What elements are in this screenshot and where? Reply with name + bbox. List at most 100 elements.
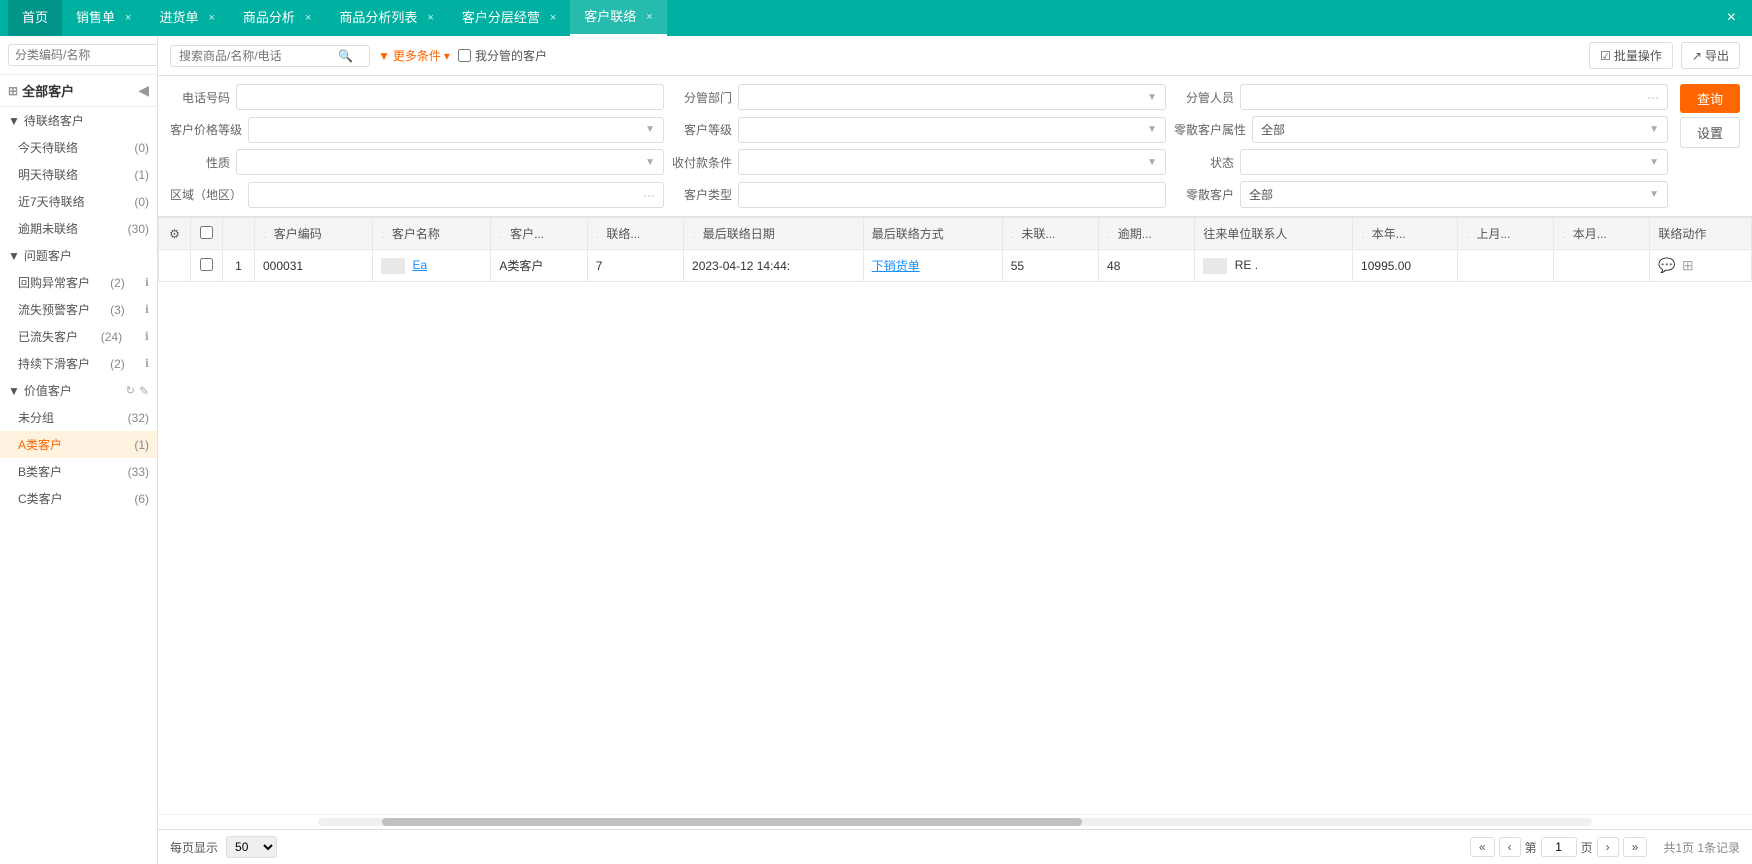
row-name-link[interactable]: Ea [413, 258, 428, 272]
nav-sales[interactable]: 销售单 × [62, 0, 145, 36]
col-label-action: 联络动作 [1658, 227, 1706, 241]
sidebar-item-a-class[interactable]: A类客户 (1) [0, 431, 157, 458]
filter-label-retail-customer: 零散客户 [1174, 186, 1234, 203]
sidebar-search-input[interactable] [8, 44, 158, 66]
nav-purchase-close[interactable]: × [208, 0, 214, 36]
nav-home[interactable]: 首页 [8, 0, 62, 36]
filter-input-dept[interactable]: ▼ [738, 84, 1166, 110]
settings-btn[interactable]: 设置 [1680, 117, 1740, 148]
row-chat-icon[interactable]: 💬 [1658, 257, 1675, 274]
nav-customer-contact-close[interactable]: × [646, 0, 652, 35]
col-label-last-method: 最后联络方式 [872, 227, 944, 241]
filter-input-status[interactable]: ▼ [1240, 149, 1668, 175]
sidebar-group-problem-arrow: ▼ [8, 249, 20, 263]
sidebar-item-c-class[interactable]: C类客户 (6) [0, 485, 157, 512]
first-page-btn[interactable]: « [1470, 837, 1495, 857]
filter-input-retail-attr[interactable]: 全部 ▼ [1252, 116, 1668, 143]
sidebar-group-pending[interactable]: ▼ 待联络客户 [0, 107, 157, 134]
row-check[interactable] [191, 250, 223, 282]
filter-search-input[interactable] [179, 49, 334, 63]
nav-sales-close[interactable]: × [125, 0, 131, 36]
filter-search-icon[interactable]: 🔍 [338, 49, 353, 63]
filter-more-btn[interactable]: ▼ 更多条件 ▾ [378, 47, 450, 64]
filter-input-customer-level[interactable]: ▼ [738, 117, 1166, 143]
nav-goods-analysis-list[interactable]: 商品分析列表 × [325, 0, 447, 36]
col-header-settings[interactable]: ⚙ [159, 218, 191, 250]
col-header-overdue: : 逾期... [1099, 218, 1195, 250]
nav-customer-segment-close[interactable]: × [550, 0, 556, 36]
sidebar-item-repurchase[interactable]: 回购异常客户 (2) ℹ [0, 269, 157, 296]
filter-payment-arrow: ▼ [1147, 157, 1157, 168]
sidebar-group-value[interactable]: ▼ 价值客户 ↻ ✎ [0, 377, 157, 404]
sidebar-item-7days[interactable]: 近7天待联络 (0) [0, 188, 157, 215]
sidebar-item-7days-count: (0) [134, 195, 149, 209]
my-customers-checkbox-label[interactable]: 我分管的客户 [458, 47, 547, 64]
nav-purchase[interactable]: 进货单 × [145, 0, 228, 36]
filter-input-person[interactable]: ··· [1240, 84, 1668, 110]
my-customers-checkbox[interactable] [458, 49, 471, 62]
sidebar-item-b-class[interactable]: B类客户 (33) [0, 458, 157, 485]
filter-field-status: 状态 ▼ [1174, 149, 1668, 175]
filter-label-dept: 分管部门 [672, 89, 732, 106]
filter-input-retail-customer[interactable]: 全部 ▼ [1240, 181, 1668, 208]
row-grid-icon[interactable]: ⊞ [1682, 257, 1694, 274]
filter-input-nature[interactable]: ▼ [236, 149, 664, 175]
filter-input-customer-type[interactable] [738, 182, 1166, 208]
last-page-btn[interactable]: » [1623, 837, 1648, 857]
sidebar-item-unclassified[interactable]: 未分组 (32) [0, 404, 157, 431]
col-header-check[interactable] [191, 218, 223, 250]
query-btn[interactable]: 查询 [1680, 84, 1740, 113]
batch-op-btn[interactable]: ☑ 批量操作 [1589, 42, 1673, 69]
row-checkbox[interactable] [200, 258, 213, 271]
sidebar-item-tomorrow[interactable]: 明天待联络 (1) [0, 161, 157, 188]
horizontal-scrollbar[interactable] [318, 818, 1592, 826]
filter-retail-customer-arrow: ▼ [1649, 189, 1659, 200]
sidebar-refresh-icon[interactable]: ↻ [126, 384, 135, 397]
col-separator-last-month: : [1466, 227, 1469, 241]
row-last-method-link[interactable]: 下销货单 [872, 259, 920, 273]
sidebar-item-today[interactable]: 今天待联络 (0) [0, 134, 157, 161]
nav-customer-segment[interactable]: 客户分层经营 × [448, 0, 570, 36]
filter-input-phone[interactable] [236, 84, 664, 110]
prev-page-btn[interactable]: ‹ [1499, 837, 1521, 857]
col-header-this-month: : 本月... [1554, 218, 1650, 250]
filter-label-price-level: 客户价格等级 [170, 121, 242, 138]
sidebar-collapse-btn[interactable]: ◀ [138, 82, 149, 99]
sidebar-header-title: ⊞ 全部客户 [8, 81, 138, 100]
scrollbar-thumb[interactable] [382, 818, 1083, 826]
sidebar-item-lost[interactable]: 已流失客户 (24) ℹ [0, 323, 157, 350]
sidebar-group-problem-label: 问题客户 [24, 247, 72, 264]
nav-goods-analysis-close[interactable]: × [305, 0, 311, 36]
filter-input-price-level[interactable]: ▼ [248, 117, 664, 143]
filter-input-payment[interactable]: ▼ [738, 149, 1166, 175]
nav-goods-analysis-list-close[interactable]: × [427, 0, 433, 36]
sidebar-item-decline[interactable]: 持续下滑客户 (2) ℹ [0, 350, 157, 377]
next-page-btn[interactable]: › [1597, 837, 1619, 857]
top-nav-close-all[interactable]: × [1719, 9, 1744, 27]
nav-goods-analysis[interactable]: 商品分析 × [229, 0, 325, 36]
row-name[interactable]: Ea [373, 250, 491, 282]
sidebar-group-problem[interactable]: ▼ 问题客户 [0, 242, 157, 269]
page-input[interactable] [1541, 837, 1577, 857]
total-records: 共1页 1条记录 [1663, 839, 1740, 856]
sidebar-item-lost-pre[interactable]: 流失预警客户 (3) ℹ [0, 296, 157, 323]
row-not-contacted: 55 [1002, 250, 1098, 282]
export-btn[interactable]: ↗ 导出 [1681, 42, 1740, 69]
sidebar-item-overdue-contact[interactable]: 逾期未联络 (30) [0, 215, 157, 242]
sidebar-edit-icon[interactable]: ✎ [139, 384, 149, 398]
row-customer-type: A类客户 [491, 250, 587, 282]
select-all-checkbox[interactable] [200, 226, 213, 239]
nav-home-label: 首页 [22, 0, 48, 36]
col-separator-not-contacted: : [1011, 227, 1014, 241]
col-header-type: : 客户... [491, 218, 587, 250]
row-unit-contact-text: RE . [1235, 258, 1258, 272]
filter-input-region[interactable]: ··· [248, 182, 664, 208]
row-this-year: 10995.00 [1353, 250, 1458, 282]
sidebar-item-a-class-count: (1) [134, 438, 149, 452]
sidebar-item-tomorrow-count: (1) [134, 168, 149, 182]
filter-label-nature: 性质 [170, 154, 230, 171]
per-page-select[interactable]: 50 100 200 [226, 836, 277, 858]
nav-customer-contact[interactable]: 客户联络 × [570, 0, 666, 36]
nav-customer-segment-label: 客户分层经营 [462, 0, 540, 36]
filter-more-arrow: ▾ [444, 49, 450, 63]
